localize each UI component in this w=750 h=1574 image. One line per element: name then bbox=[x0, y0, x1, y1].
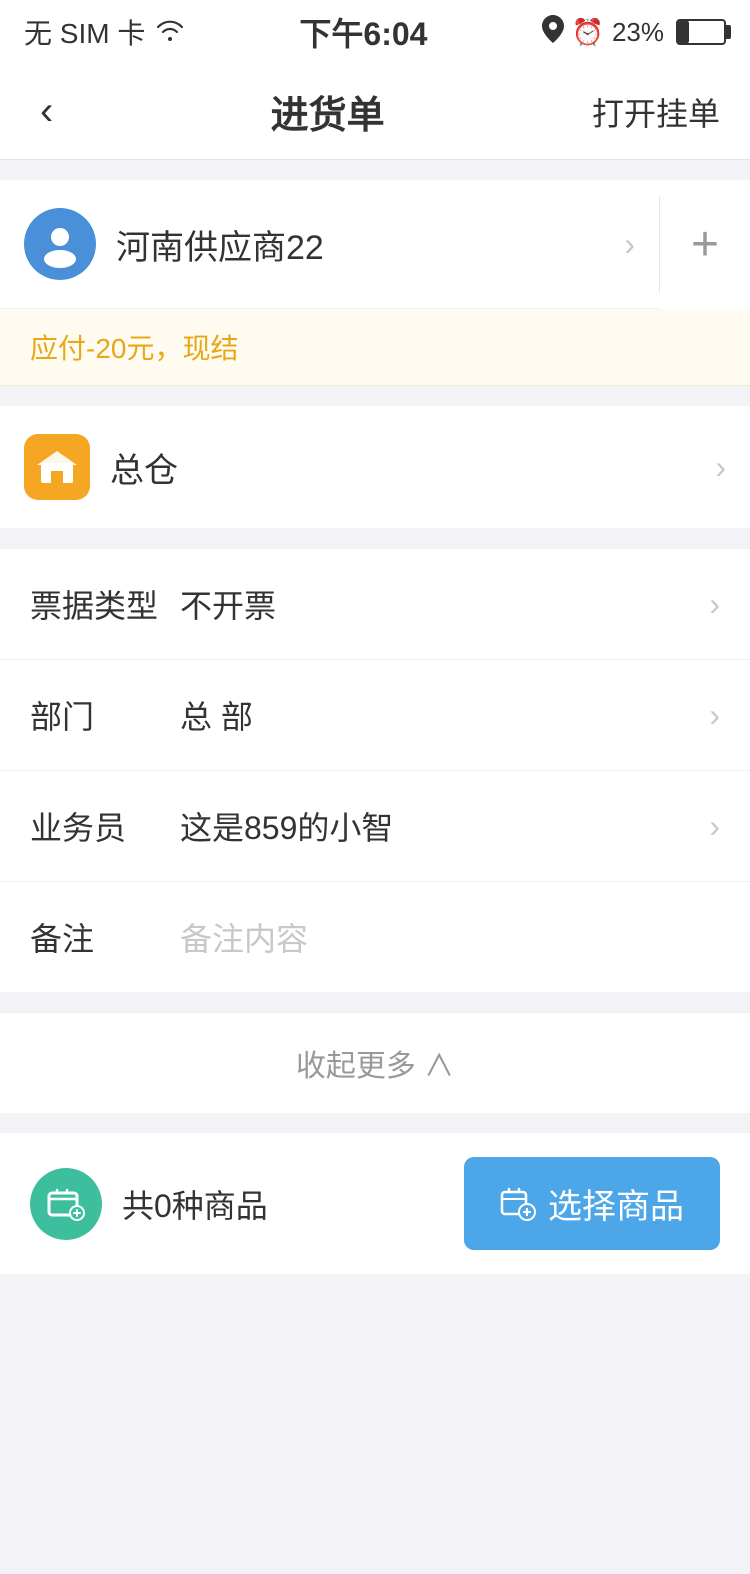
salesperson-label: 业务员 bbox=[30, 803, 160, 849]
page-title: 进货单 bbox=[271, 84, 385, 139]
divider-top bbox=[0, 160, 750, 180]
supplier-name: 河南供应商22 bbox=[116, 220, 614, 269]
invoice-type-row[interactable]: 票据类型 不开票 › bbox=[0, 549, 750, 660]
select-product-label: 选择商品 bbox=[548, 1179, 684, 1228]
status-bar: 无 SIM 卡 下午6:04 ⏰ 23% bbox=[0, 0, 750, 64]
wifi-icon bbox=[155, 17, 185, 48]
status-carrier: 无 SIM 卡 bbox=[24, 12, 185, 52]
department-value: 总 部 bbox=[160, 692, 699, 738]
department-row[interactable]: 部门 总 部 › bbox=[0, 660, 750, 771]
page-background bbox=[0, 1274, 750, 1574]
status-time: 下午6:04 bbox=[299, 9, 427, 55]
supplier-section: 河南供应商22 › + bbox=[0, 180, 750, 309]
department-label: 部门 bbox=[30, 692, 160, 738]
warehouse-row[interactable]: 总仓 › bbox=[0, 406, 750, 529]
open-pending-button[interactable]: 打开挂单 bbox=[592, 89, 720, 135]
remark-placeholder: 备注内容 bbox=[160, 914, 720, 960]
remark-row[interactable]: 备注 备注内容 bbox=[0, 882, 750, 992]
select-product-icon bbox=[500, 1186, 536, 1222]
invoice-type-value: 不开票 bbox=[160, 581, 699, 627]
salesperson-chevron-icon: › bbox=[709, 808, 720, 845]
salesperson-value: 这是859的小智 bbox=[160, 803, 699, 849]
warehouse-chevron-icon: › bbox=[715, 449, 726, 486]
carrier-text: 无 SIM 卡 bbox=[24, 12, 145, 52]
bottom-bar: 共0种商品 选择商品 bbox=[0, 1133, 750, 1274]
supplier-chevron-icon: › bbox=[624, 226, 635, 263]
alert-row: 应付-20元，现结 bbox=[0, 309, 750, 386]
product-count-icon bbox=[30, 1168, 102, 1240]
department-chevron-icon: › bbox=[709, 697, 720, 734]
collapse-button[interactable]: 收起更多 ∧ bbox=[0, 1012, 750, 1113]
invoice-type-chevron-icon: › bbox=[709, 586, 720, 623]
status-right: ⏰ 23% bbox=[542, 15, 726, 50]
select-product-button[interactable]: 选择商品 bbox=[464, 1157, 720, 1250]
warehouse-name: 总仓 bbox=[110, 443, 705, 492]
salesperson-row[interactable]: 业务员 这是859的小智 › bbox=[0, 771, 750, 882]
nav-bar: ‹ 进货单 打开挂单 bbox=[0, 64, 750, 160]
remark-label: 备注 bbox=[30, 914, 160, 960]
battery-text: 23% bbox=[612, 17, 664, 48]
invoice-type-label: 票据类型 bbox=[30, 581, 160, 627]
add-supplier-button[interactable]: + bbox=[660, 180, 750, 309]
location-icon bbox=[542, 15, 564, 50]
back-button[interactable]: ‹ bbox=[30, 79, 63, 144]
supplier-selector[interactable]: 河南供应商22 › bbox=[0, 180, 659, 309]
form-section: 票据类型 不开票 › 部门 总 部 › 业务员 这是859的小智 › 备注 备注… bbox=[0, 549, 750, 992]
supplier-avatar bbox=[24, 208, 96, 280]
alarm-icon: ⏰ bbox=[572, 17, 604, 48]
warehouse-icon bbox=[24, 434, 90, 500]
battery-icon bbox=[676, 19, 726, 45]
product-count-text: 共0种商品 bbox=[122, 1181, 444, 1227]
